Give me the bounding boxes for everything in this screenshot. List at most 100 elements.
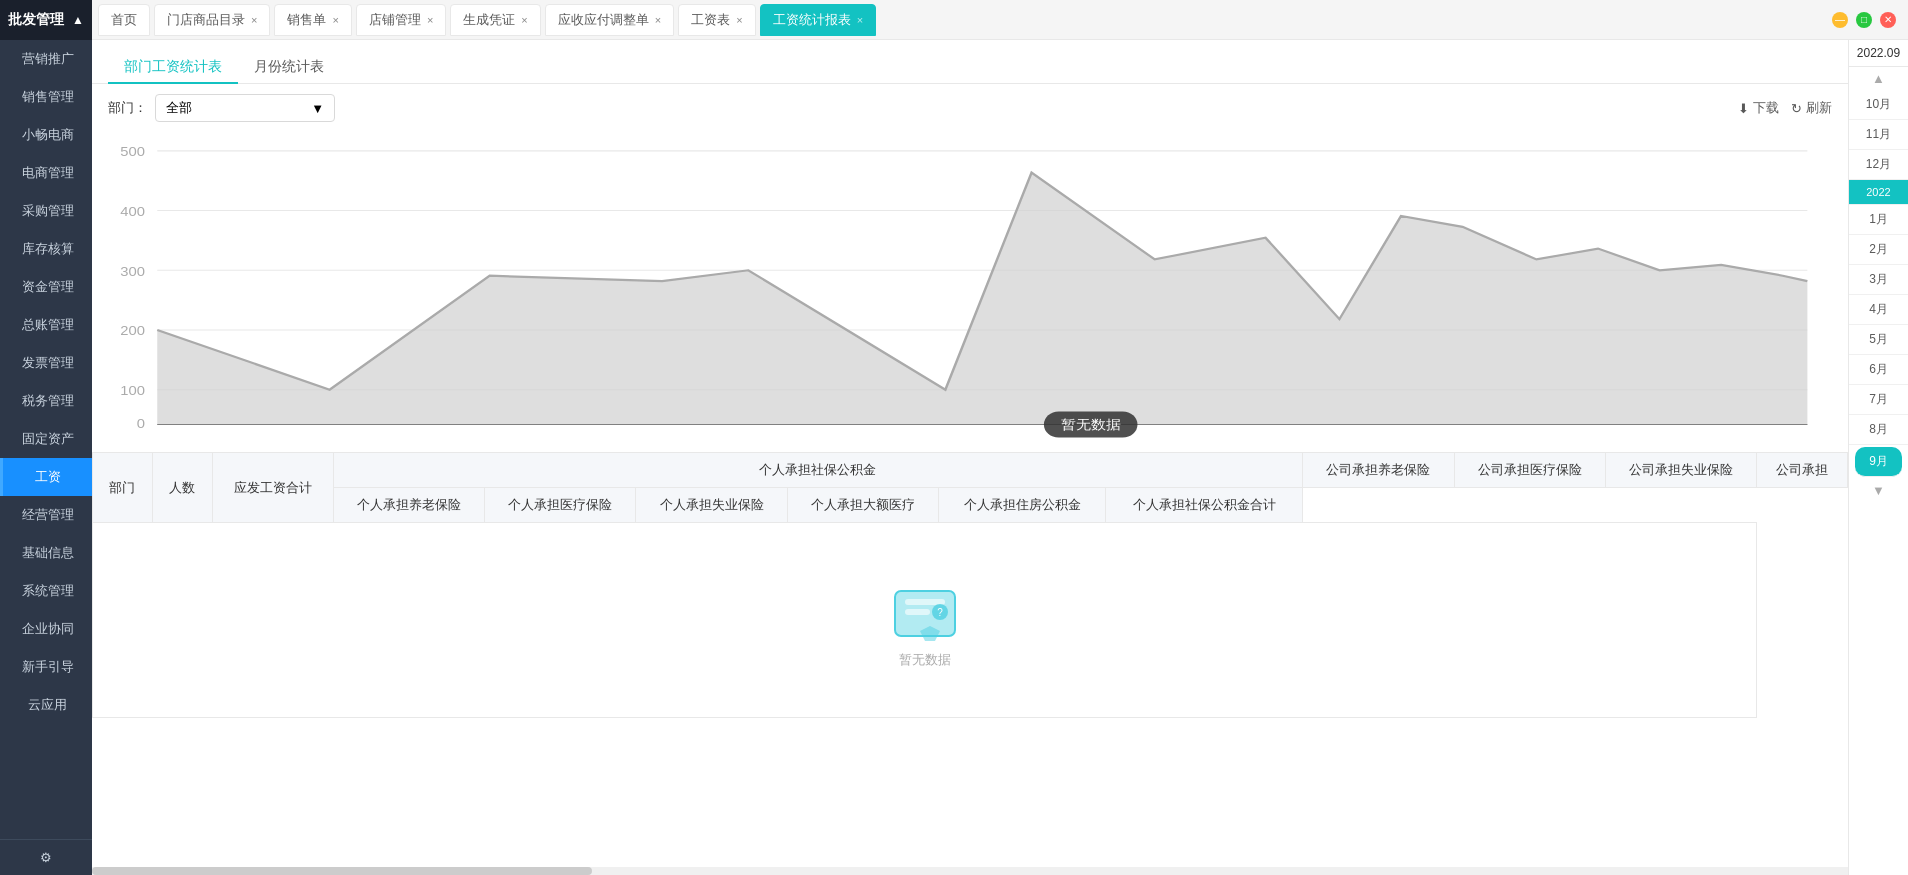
chevron-down-icon: ▼ xyxy=(311,101,324,116)
month-item-5月[interactable]: 5月 xyxy=(1849,325,1908,355)
main-area: 首页门店商品目录×销售单×店铺管理×生成凭证×应收应付调整单×工资表×工资统计报… xyxy=(92,0,1908,875)
col-p-major-med: 个人承担大额医疗 xyxy=(787,488,938,523)
sidebar-item-资金管理[interactable]: 资金管理 xyxy=(0,268,92,306)
month-header[interactable]: 2022.09 xyxy=(1849,40,1908,67)
month-item-4月[interactable]: 4月 xyxy=(1849,295,1908,325)
tab-close-7[interactable]: × xyxy=(857,14,863,26)
content-area: 部门工资统计表 月份统计表 部门： 全部 ▼ ⬇ 下载 xyxy=(92,40,1908,875)
sidebar-item-企业协同[interactable]: 企业协同 xyxy=(0,610,92,648)
data-table: 部门 人数 应发工资合计 个人承担社保公积金 公司承担养老保险 公司承担医疗保险… xyxy=(92,452,1848,718)
month-nav-down[interactable]: ▼ xyxy=(1849,479,1908,502)
sidebar-item-电商管理[interactable]: 电商管理 xyxy=(0,154,92,192)
year-label: 2022 xyxy=(1849,180,1908,205)
download-button[interactable]: ⬇ 下载 xyxy=(1738,99,1779,117)
table-container[interactable]: 部门 人数 应发工资合计 个人承担社保公积金 公司承担养老保险 公司承担医疗保险… xyxy=(92,452,1848,867)
svg-text:300: 300 xyxy=(120,264,145,279)
tab-dept-stats[interactable]: 部门工资统计表 xyxy=(108,52,238,84)
tab-2[interactable]: 销售单× xyxy=(274,4,351,36)
tab-1[interactable]: 门店商品目录× xyxy=(154,4,270,36)
refresh-icon: ↻ xyxy=(1791,101,1802,116)
svg-text:暂无数据: 暂无数据 xyxy=(1061,417,1120,432)
sidebar-item-小畅电商[interactable]: 小畅电商 xyxy=(0,116,92,154)
chart-svg: 500 400 300 200 100 0 xyxy=(108,140,1832,444)
sidebar-item-云应用[interactable]: 云应用 xyxy=(0,686,92,724)
month-item-2月[interactable]: 2月 xyxy=(1849,235,1908,265)
tab-5[interactable]: 应收应付调整单× xyxy=(545,4,674,36)
tab-3[interactable]: 店铺管理 × xyxy=(356,4,446,36)
month-item-10月[interactable]: 10月 xyxy=(1849,90,1908,120)
col-company-other: 公司承担 xyxy=(1757,453,1848,488)
sidebar-item-固定资产[interactable]: 固定资产 xyxy=(0,420,92,458)
tab-6[interactable]: 工资表× xyxy=(678,4,755,36)
tab-0[interactable]: 首页 xyxy=(98,4,150,36)
col-salary: 应发工资合计 xyxy=(212,453,333,523)
horizontal-scrollbar[interactable] xyxy=(92,867,1848,875)
gear-icon: ⚙ xyxy=(40,850,52,865)
toolbar: 部门： 全部 ▼ ⬇ 下载 ↻ 刷新 xyxy=(92,84,1848,132)
tab-4[interactable]: 生成凭证× xyxy=(450,4,540,36)
sidebar-item-采购管理[interactable]: 采购管理 xyxy=(0,192,92,230)
col-p-total: 个人承担社保公积金合计 xyxy=(1106,488,1303,523)
svg-text:500: 500 xyxy=(120,144,145,159)
svg-text:?: ? xyxy=(937,607,943,618)
tab-close-1[interactable]: × xyxy=(251,14,257,26)
empty-icon: ? xyxy=(885,571,965,651)
sub-tabs: 部门工资统计表 月份统计表 xyxy=(92,40,1848,84)
sidebar-item-库存核算[interactable]: 库存核算 xyxy=(0,230,92,268)
month-item-7月[interactable]: 7月 xyxy=(1849,385,1908,415)
toolbar-left: 部门： 全部 ▼ xyxy=(108,94,335,122)
settings-button[interactable]: ⚙ xyxy=(0,839,92,875)
month-panel: 2022.09 ▲ 10月11月12月20221月2月3月4月5月6月7月8月9… xyxy=(1848,40,1908,875)
sidebar-item-系统管理[interactable]: 系统管理 xyxy=(0,572,92,610)
minimize-button[interactable]: — xyxy=(1832,12,1848,28)
refresh-button[interactable]: ↻ 刷新 xyxy=(1791,99,1832,117)
sidebar-item-新手引导[interactable]: 新手引导 xyxy=(0,648,92,686)
tab-label-7: 工资统计报表 xyxy=(773,11,851,29)
sidebar-item-销售管理[interactable]: 销售管理 xyxy=(0,78,92,116)
col-company-unemp: 公司承担失业保险 xyxy=(1606,453,1757,488)
sidebar-item-总账管理[interactable]: 总账管理 xyxy=(0,306,92,344)
sidebar-item-税务管理[interactable]: 税务管理 xyxy=(0,382,92,420)
col-dept: 部门 xyxy=(93,453,153,523)
main-panel: 部门工资统计表 月份统计表 部门： 全部 ▼ ⬇ 下载 xyxy=(92,40,1848,875)
svg-text:0: 0 xyxy=(137,416,145,431)
maximize-button[interactable]: □ xyxy=(1856,12,1872,28)
sidebar-item-工资[interactable]: 工资 xyxy=(0,458,92,496)
col-personal-insurance: 个人承担社保公积金 xyxy=(333,453,1303,488)
col-company-old: 公司承担养老保险 xyxy=(1303,453,1454,488)
close-button[interactable]: ✕ xyxy=(1880,12,1896,28)
window-controls: — □ ✕ xyxy=(1832,12,1904,28)
tab-close-4[interactable]: × xyxy=(521,14,527,26)
col-p-old: 个人承担养老保险 xyxy=(333,488,484,523)
tab-7[interactable]: 工资统计报表 × xyxy=(760,4,876,36)
tab-close-2[interactable]: × xyxy=(332,14,338,26)
month-item-9月[interactable]: 9月 xyxy=(1855,447,1902,477)
sidebar-item-营销推广[interactable]: 营销推广 xyxy=(0,40,92,78)
chart-container: 500 400 300 200 100 0 xyxy=(92,132,1848,452)
month-item-1月[interactable]: 1月 xyxy=(1849,205,1908,235)
empty-text: 暂无数据 xyxy=(899,651,951,669)
month-item-11月[interactable]: 11月 xyxy=(1849,120,1908,150)
col-p-unemp: 个人承担失业保险 xyxy=(636,488,787,523)
month-nav-up[interactable]: ▲ xyxy=(1849,67,1908,90)
sidebar-collapse-icon[interactable]: ▲ xyxy=(72,13,84,27)
tab-month-stats[interactable]: 月份统计表 xyxy=(238,52,340,84)
tab-close-5[interactable]: × xyxy=(655,14,661,26)
scroll-thumb[interactable] xyxy=(92,867,592,875)
tab-label-3: 店铺管理 xyxy=(369,11,421,29)
tab-close-3[interactable]: × xyxy=(427,14,433,26)
svg-text:100: 100 xyxy=(120,383,145,398)
sidebar-item-经营管理[interactable]: 经营管理 xyxy=(0,496,92,534)
svg-rect-17 xyxy=(905,609,930,615)
month-item-12月[interactable]: 12月 xyxy=(1849,150,1908,180)
tab-close-6[interactable]: × xyxy=(736,14,742,26)
dept-select[interactable]: 全部 ▼ xyxy=(155,94,335,122)
col-p-housing: 个人承担住房公积金 xyxy=(939,488,1106,523)
month-item-8月[interactable]: 8月 xyxy=(1849,415,1908,445)
month-item-3月[interactable]: 3月 xyxy=(1849,265,1908,295)
svg-text:200: 200 xyxy=(120,323,145,338)
empty-state: ? 暂无数据 xyxy=(93,523,1757,718)
month-item-6月[interactable]: 6月 xyxy=(1849,355,1908,385)
sidebar-item-发票管理[interactable]: 发票管理 xyxy=(0,344,92,382)
sidebar-item-基础信息[interactable]: 基础信息 xyxy=(0,534,92,572)
